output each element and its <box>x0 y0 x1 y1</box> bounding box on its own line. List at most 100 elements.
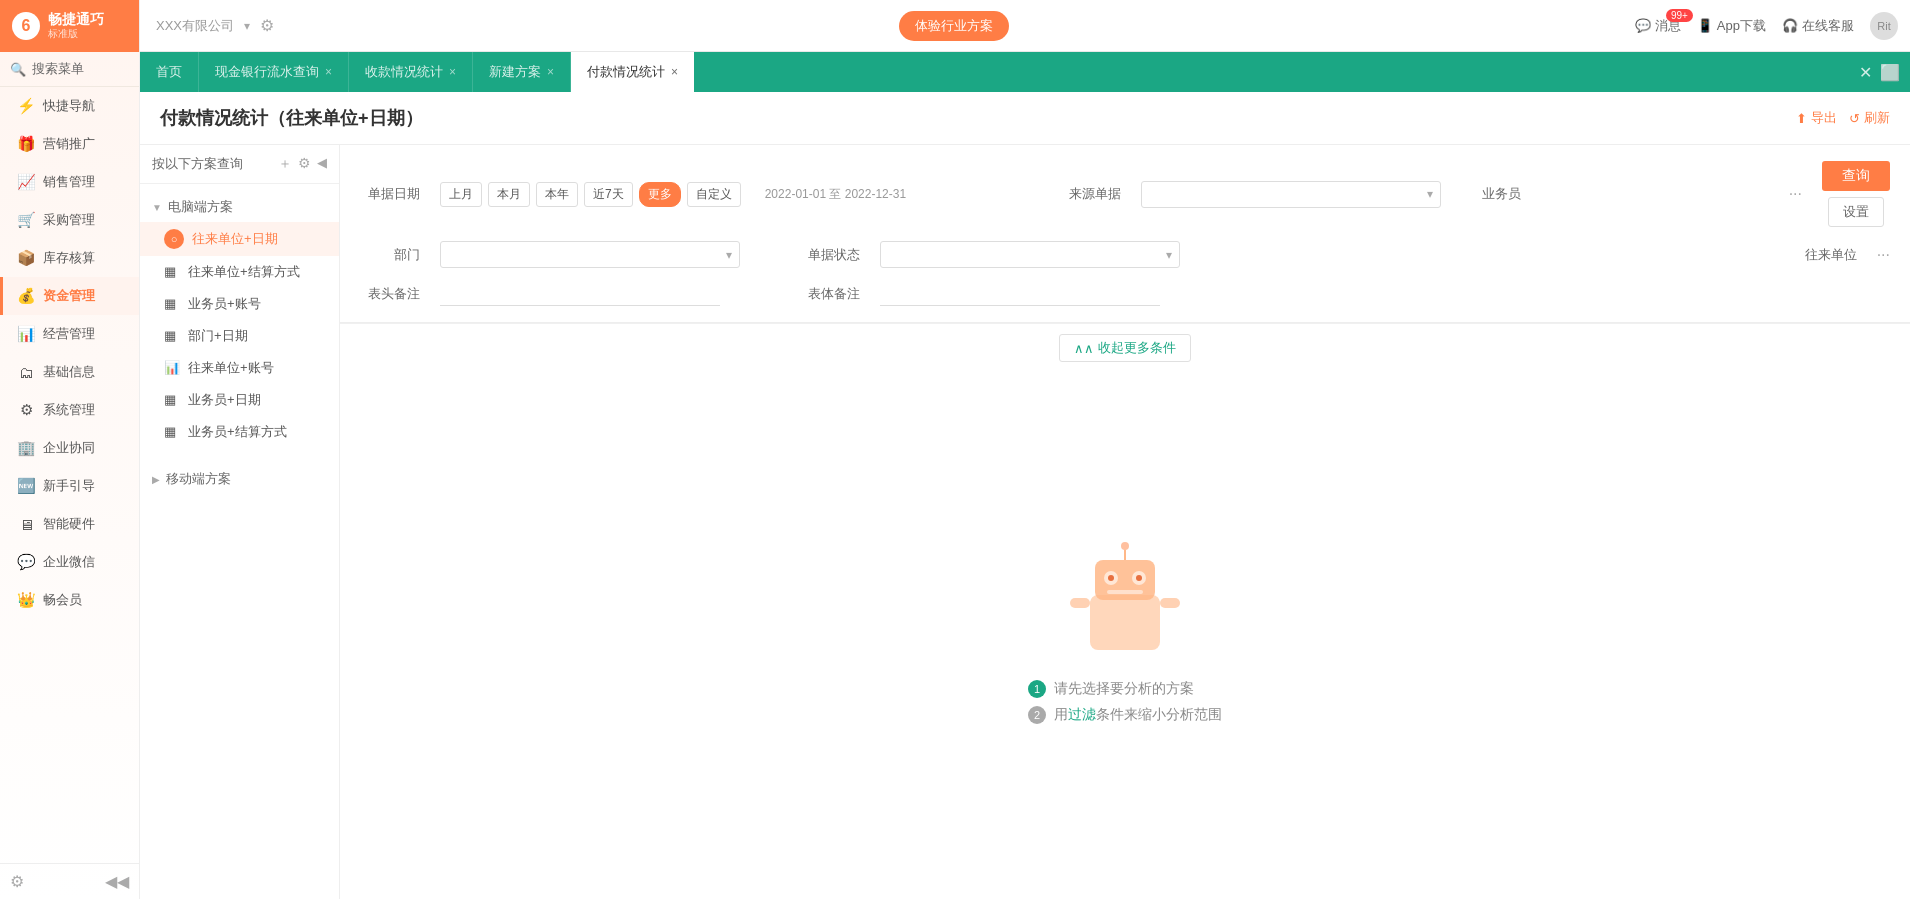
plan-icon-2: ▦ <box>164 296 180 312</box>
staff-more-button[interactable]: ··· <box>1789 185 1802 203</box>
sidebar-item-enterprise[interactable]: 🏢 企业协同 <box>0 429 139 467</box>
tab-bank-close[interactable]: × <box>325 65 332 79</box>
note-body-label: 表体备注 <box>800 285 860 303</box>
tab-receipt-close[interactable]: × <box>449 65 456 79</box>
plan-settings-button[interactable]: ⚙ <box>298 155 311 173</box>
sidebar-item-hardware[interactable]: 🖥 智能硬件 <box>0 505 139 543</box>
sidebar-item-guide[interactable]: 🆕 新手引导 <box>0 467 139 505</box>
tab-bank[interactable]: 现金银行流水查询 × <box>199 52 349 92</box>
export-button[interactable]: ⬆ 导出 <box>1796 109 1837 127</box>
sidebar-item-member[interactable]: 👑 畅会员 <box>0 581 139 619</box>
sidebar-logo: 6 畅捷通巧 标准版 <box>0 0 139 52</box>
collapse-area: ∧∧ 收起更多条件 <box>340 323 1910 372</box>
topbar-arrow: ▾ <box>244 19 250 33</box>
message-badge: 99+ <box>1666 9 1693 22</box>
basic-icon: 🗂 <box>17 363 35 381</box>
partner-label: 往来单位 <box>1797 246 1857 264</box>
sidebar-item-operation[interactable]: 📊 经营管理 <box>0 315 139 353</box>
mobile-group-title[interactable]: ▶ 移动端方案 <box>140 464 339 494</box>
date-btn-last-month[interactable]: 上月 <box>440 182 482 207</box>
tree-item-partner-date[interactable]: ○ 往来单位+日期 <box>140 222 339 256</box>
export-icon: ⬆ <box>1796 111 1807 126</box>
mobile-arrow: ▶ <box>152 474 160 485</box>
window-close-button[interactable]: ✕ <box>1859 63 1872 82</box>
topbar-gear-icon[interactable]: ⚙ <box>260 16 274 35</box>
desktop-group-title[interactable]: ▼ 电脑端方案 <box>140 192 339 222</box>
search-menu[interactable]: 🔍 搜索菜单 <box>0 52 139 87</box>
filter-area: 单据日期 上月 本月 本年 近7天 更多 自定义 2022-01-01 至 20… <box>340 145 1910 323</box>
add-plan-button[interactable]: ＋ <box>278 155 292 173</box>
sidebar-item-marketing[interactable]: 🎁 营销推广 <box>0 125 139 163</box>
filter-settings-button[interactable]: 设置 <box>1828 197 1884 227</box>
svg-point-8 <box>1121 542 1129 550</box>
window-maximize-button[interactable]: ⬜ <box>1880 63 1900 82</box>
sidebar-item-system[interactable]: ⚙ 系统管理 <box>0 391 139 429</box>
date-btn-custom[interactable]: 自定义 <box>687 182 741 207</box>
tabbar: 首页 现金银行流水查询 × 收款情况统计 × 新建方案 × 付款情况统计 × ✕… <box>140 52 1910 92</box>
note-head-label: 表头备注 <box>360 285 420 303</box>
mobile-group: ▶ 移动端方案 <box>140 456 339 502</box>
dept-select-wrap: ▾ <box>440 241 740 268</box>
sidebar-item-wechat[interactable]: 💬 企业微信 <box>0 543 139 581</box>
tree-item-staff-date[interactable]: ▦ 业务员+日期 <box>140 384 339 416</box>
hardware-icon: 🖥 <box>17 515 35 533</box>
app-download-button[interactable]: 📱 App下载 <box>1697 17 1766 35</box>
source-select-wrap: ▾ <box>1141 181 1441 208</box>
page-title: 付款情况统计（往来单位+日期） <box>160 106 423 130</box>
message-button[interactable]: 💬 消息 99+ <box>1635 17 1681 35</box>
sidebar-item-basic[interactable]: 🗂 基础信息 <box>0 353 139 391</box>
filter-row-3: 表头备注 表体备注 <box>360 282 1890 306</box>
date-btn-this-month[interactable]: 本月 <box>488 182 530 207</box>
tab-new-plan[interactable]: 新建方案 × <box>473 52 571 92</box>
dept-input[interactable] <box>440 241 740 268</box>
sidebar: 6 畅捷通巧 标准版 🔍 搜索菜单 ⚡ 快捷导航 🎁 营销推广 📈 销售管理 🛒… <box>0 0 140 899</box>
sidebar-item-finance[interactable]: 💰 资金管理 <box>0 277 139 315</box>
sidebar-item-sales[interactable]: 📈 销售管理 <box>0 163 139 201</box>
note-body-input[interactable] <box>880 282 1160 306</box>
tab-payment-stat[interactable]: 付款情况统计 × <box>571 52 694 92</box>
partner-more-button[interactable]: ··· <box>1877 246 1890 264</box>
tab-receipt-stat[interactable]: 收款情况统计 × <box>349 52 473 92</box>
avatar[interactable]: Rit <box>1870 12 1898 40</box>
tree-item-dept-date[interactable]: ▦ 部门+日期 <box>140 320 339 352</box>
date-btn-this-year[interactable]: 本年 <box>536 182 578 207</box>
collapse-icon: ∧∧ <box>1074 341 1094 356</box>
sidebar-item-purchase[interactable]: 🛒 采购管理 <box>0 201 139 239</box>
footer-settings-icon[interactable]: ⚙ <box>10 872 24 891</box>
sidebar-collapse-icon[interactable]: ◀◀ <box>105 872 129 891</box>
search-icon: 🔍 <box>10 62 26 77</box>
tab-payment-stat-close[interactable]: × <box>671 65 678 79</box>
finance-icon: 💰 <box>17 287 35 305</box>
tree-item-partner-account[interactable]: 📊 往来单位+账号 <box>140 352 339 384</box>
online-service-button[interactable]: 🎧 在线客服 <box>1782 17 1854 35</box>
tree-item-staff-settlement[interactable]: ▦ 业务员+结算方式 <box>140 416 339 448</box>
status-label: 单据状态 <box>800 246 860 264</box>
content-body: 按以下方案查询 ＋ ⚙ ◀ ▼ 电脑端方案 ○ 往来单位+日期 <box>140 145 1910 899</box>
tab-home[interactable]: 首页 <box>140 52 199 92</box>
sidebar-item-quick-nav[interactable]: ⚡ 快捷导航 <box>0 87 139 125</box>
note-head-input[interactable] <box>440 282 720 306</box>
svg-rect-6 <box>1107 590 1143 594</box>
query-button[interactable]: 查询 <box>1822 161 1890 191</box>
sales-icon: 📈 <box>17 173 35 191</box>
source-input[interactable] <box>1141 181 1441 208</box>
tree-item-staff-account[interactable]: ▦ 业务员+账号 <box>140 288 339 320</box>
trial-button[interactable]: 体验行业方案 <box>899 11 1009 41</box>
logo-icon: 6 <box>12 12 40 40</box>
robot-illustration <box>1065 540 1185 660</box>
date-btn-7days[interactable]: 近7天 <box>584 182 633 207</box>
sidebar-nav: ⚡ 快捷导航 🎁 营销推广 📈 销售管理 🛒 采购管理 📦 库存核算 💰 资金管… <box>0 87 139 863</box>
query-actions: 查询 设置 <box>1822 161 1890 227</box>
refresh-button[interactable]: ↺ 刷新 <box>1849 109 1890 127</box>
refresh-icon: ↺ <box>1849 111 1860 126</box>
app-icon: 📱 <box>1697 18 1713 33</box>
tab-new-plan-close[interactable]: × <box>547 65 554 79</box>
tree-item-partner-settlement[interactable]: ▦ 往来单位+结算方式 <box>140 256 339 288</box>
main-area: XXX有限公司 ▾ ⚙ 体验行业方案 💬 消息 99+ 📱 App下载 🎧 在线… <box>140 0 1910 899</box>
date-btn-more[interactable]: 更多 <box>639 182 681 207</box>
status-input[interactable] <box>880 241 1180 268</box>
panel-collapse-button[interactable]: ◀ <box>317 155 327 173</box>
collapse-conditions-button[interactable]: ∧∧ 收起更多条件 <box>1059 334 1191 362</box>
sidebar-item-inventory[interactable]: 📦 库存核算 <box>0 239 139 277</box>
status-select-wrap: ▾ <box>880 241 1180 268</box>
